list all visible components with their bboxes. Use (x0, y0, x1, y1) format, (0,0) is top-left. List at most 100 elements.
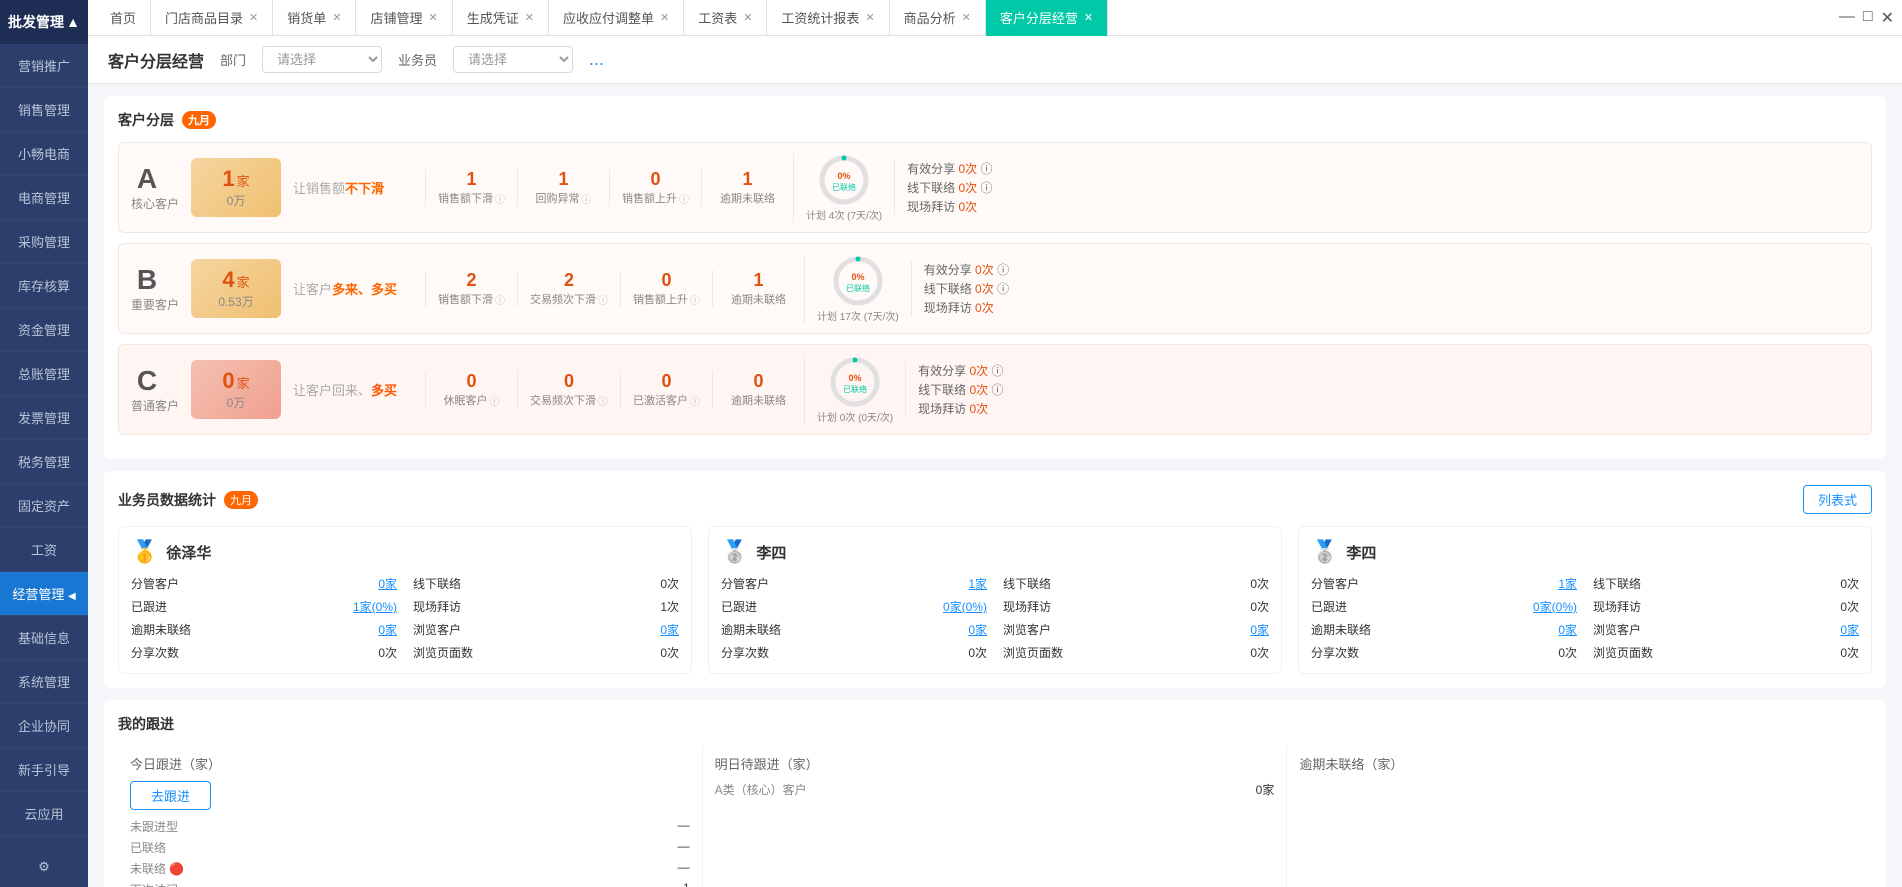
sidebar-toggle-icon[interactable]: ▲ (66, 14, 80, 30)
tab-close-icon[interactable]: ✕ (743, 11, 752, 24)
sidebar-item-ecommerce[interactable]: 电商管理 (0, 176, 88, 220)
tab-payroll-report[interactable]: 工资统计报表 ✕ (767, 0, 889, 36)
go-follow-button[interactable]: 去跟进 (130, 781, 211, 810)
sp-stat-row: 现场拜访 1次 (413, 598, 679, 615)
salesperson-grid: 🥇 徐泽华 分管客户 0家 线下联络 0次 已跟进 (118, 526, 1872, 674)
list-view-button[interactable]: 列表式 (1803, 485, 1872, 514)
sp-stat-row: 现场拜访 0次 (1593, 598, 1859, 615)
svg-text:已联络: 已联络 (846, 283, 870, 293)
tab-payroll[interactable]: 工资表 ✕ (684, 0, 767, 36)
circle-chart-a: 0% 已联络 (817, 153, 871, 207)
tab-close-icon[interactable]: ✕ (249, 11, 258, 24)
salesperson-card-0: 🥇 徐泽华 分管客户 0家 线下联络 0次 已跟进 (118, 526, 692, 674)
tier-follow-c: 0 逾期未联络 (712, 371, 792, 408)
sidebar-item-label: 小畅电商 (18, 147, 70, 162)
page-header: 客户分层经营 部门 请选择 业务员 请选择 ... (88, 36, 1902, 84)
sidebar-item-jichu[interactable]: 基础信息 (0, 616, 88, 660)
sp-stat-row: 现场拜访 0次 (1003, 598, 1269, 615)
sp-stat-row: 逾期未联络 0家 (721, 621, 987, 638)
sidebar-item-zongzhang[interactable]: 总账管理 (0, 352, 88, 396)
follow-row: 未跟进型 — (130, 818, 690, 835)
tier-name-b: 重要客户 (131, 296, 179, 313)
tier-letter-c: C (131, 365, 163, 397)
tier-row-a: A 核心客户 1 家 0万 让销售额不下滑 1 销售额下滑 ⓘ (118, 142, 1872, 233)
tier-follow-b: 1 逾期未联络 (712, 270, 792, 307)
tier-suggestion-a: 让销售额不下滑 (293, 178, 413, 197)
sidebar-item-jingying[interactable]: 经营管理 ◀ (0, 572, 88, 616)
window-minimize-icon[interactable]: — (1839, 8, 1855, 28)
sidebar-item-label: 电商管理 (18, 191, 70, 206)
sidebar-item-fapiao[interactable]: 发票管理 (0, 396, 88, 440)
dept-select[interactable]: 请选择 (262, 46, 382, 73)
tab-close-icon[interactable]: ✕ (1084, 11, 1093, 24)
main-area: 首页 门店商品目录 ✕ 销货单 ✕ 店铺管理 ✕ 生成凭证 ✕ 应收应付调整单 … (88, 0, 1902, 887)
follow-row: 已联络 — (130, 839, 690, 856)
sp-stats-0: 分管客户 0家 线下联络 0次 已跟进 1家(0%) 现场拜访 (131, 575, 679, 661)
sidebar-settings[interactable]: ⚙ (0, 847, 88, 887)
sidebar-item-label: 企业协同 (18, 719, 70, 734)
tab-home[interactable]: 首页 (96, 0, 151, 36)
sidebar-item-label: 系统管理 (18, 675, 70, 690)
window-close-icon[interactable]: ✕ (1881, 8, 1894, 28)
sidebar-item-diansshang[interactable]: 小畅电商 (0, 132, 88, 176)
follow-col-title-overdue: 逾期未联络（家） (1299, 754, 1860, 773)
tab-label: 应收应付调整单 (563, 8, 654, 27)
more-filters-icon[interactable]: ... (589, 49, 604, 70)
sidebar-item-guding[interactable]: 固定资产 (0, 484, 88, 528)
follow-row: 未联络 🔴 — (130, 860, 690, 877)
tier-circle-b: 0% 已联络 计划 17次 (7天/次) (804, 254, 899, 323)
follow-section: 我的跟进 今日跟进（家） 去跟进 未跟进型 — 已联络 — (104, 700, 1886, 887)
sp-stat-row: 浏览页面数 0次 (1003, 644, 1269, 661)
sidebar-item-gongzi[interactable]: 工资 (0, 528, 88, 572)
tab-store-mgmt[interactable]: 店铺管理 ✕ (356, 0, 452, 36)
sidebar-item-yunyingyong[interactable]: 云应用 (0, 792, 88, 836)
sp-name-1: 李四 (756, 542, 786, 563)
tier-follow-a: 1 逾期未联络 (701, 169, 781, 206)
window-maximize-icon[interactable]: □ (1863, 8, 1873, 28)
sidebar-item-label: 营销推广 (18, 59, 70, 74)
tab-close-icon[interactable]: ✕ (332, 11, 341, 24)
sidebar-item-label: 库存核算 (18, 279, 70, 294)
sidebar-item-shuiwu[interactable]: 税务管理 (0, 440, 88, 484)
tab-label: 生成凭证 (467, 8, 519, 27)
sidebar-item-xiaoshou[interactable]: 销售管理 (0, 88, 88, 132)
sidebar-item-xinshou[interactable]: 新手引导 (0, 748, 88, 792)
sales-label: 业务员 (398, 50, 437, 69)
tab-product-analysis[interactable]: 商品分析 ✕ (890, 0, 986, 36)
sales-select[interactable]: 请选择 (453, 46, 573, 73)
sidebar-item-caigou[interactable]: 采购管理 (0, 220, 88, 264)
tab-close-icon[interactable]: ✕ (865, 11, 874, 24)
sidebar-item-label: 采购管理 (18, 235, 70, 250)
tab-product-catalog[interactable]: 门店商品目录 ✕ (151, 0, 273, 36)
sidebar-item-qiye[interactable]: 企业协同 (0, 704, 88, 748)
settings-icon[interactable]: ⚙ (38, 859, 50, 874)
sidebar-header[interactable]: 批发管理 ▲ (0, 0, 88, 44)
tab-voucher[interactable]: 生成凭证 ✕ (453, 0, 549, 36)
sp-stat-row: 线下联络 0次 (413, 575, 679, 592)
tier-stat-c-2: 0 交易频次下滑 ⓘ (517, 371, 608, 408)
tab-adjustment[interactable]: 应收应付调整单 ✕ (549, 0, 684, 36)
tab-sales-order[interactable]: 销货单 ✕ (273, 0, 356, 36)
tab-close-icon[interactable]: ✕ (660, 11, 669, 24)
sp-stats-2: 分管客户 1家 线下联络 0次 已跟进 0家(0%) 现场拜访 (1311, 575, 1859, 661)
tier-suggestion-c: 让客户回来、多买 (293, 380, 413, 399)
tier-right-stats-b: 有效分享 0次 ⓘ 线下联络 0次 ⓘ 现场拜访 0次 (911, 261, 1031, 316)
sidebar-item-yingxiao[interactable]: 营销推广 (0, 44, 88, 88)
sales-section-title: 业务员数据统计 (118, 490, 216, 510)
sp-stat-row: 已跟进 1家(0%) (131, 598, 397, 615)
sidebar-item-zijin[interactable]: 资金管理 (0, 308, 88, 352)
sidebar-item-kucun[interactable]: 库存核算 (0, 264, 88, 308)
tab-customer-tier[interactable]: 客户分层经营 ✕ (986, 0, 1108, 36)
tab-close-icon[interactable]: ✕ (429, 11, 438, 24)
tab-close-icon[interactable]: ✕ (962, 11, 971, 24)
tier-count-b: 4 家 0.53万 (191, 259, 281, 318)
sales-header: 业务员数据统计 九月 列表式 (118, 485, 1872, 514)
sidebar-item-xitong[interactable]: 系统管理 (0, 660, 88, 704)
follow-col-title-tomorrow: 明日待跟进（家） (715, 754, 1275, 773)
tab-bar: 首页 门店商品目录 ✕ 销货单 ✕ 店铺管理 ✕ 生成凭证 ✕ 应收应付调整单 … (88, 0, 1902, 36)
tier-name-c: 普通客户 (131, 397, 179, 414)
salesperson-card-1: 🥈 李四 分管客户 1家 线下联络 0次 已跟进 (708, 526, 1282, 674)
tier-count-a: 1 家 0万 (191, 158, 281, 217)
sp-stat-row: 已跟进 0家(0%) (1311, 598, 1577, 615)
tab-close-icon[interactable]: ✕ (525, 11, 534, 24)
